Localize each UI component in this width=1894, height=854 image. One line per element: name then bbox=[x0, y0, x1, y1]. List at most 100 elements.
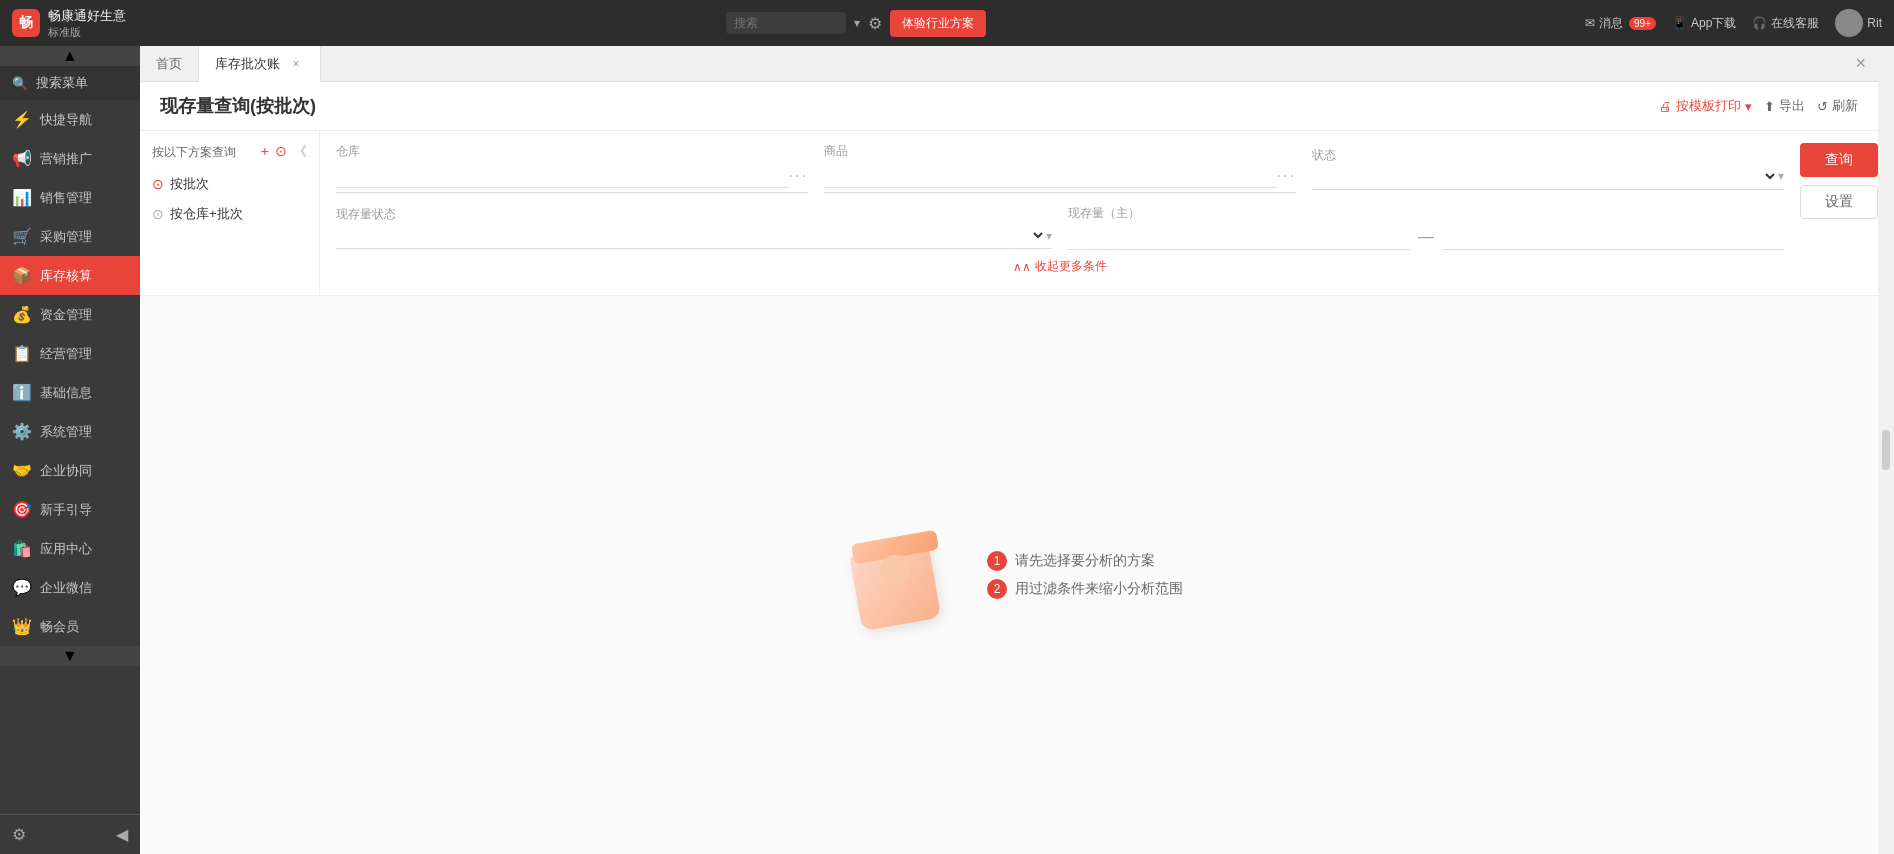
sidebar-collapse-icon[interactable]: ◀ bbox=[116, 825, 128, 844]
purchase-icon: 🛒 bbox=[12, 227, 32, 246]
sidebar-label-operation: 经营管理 bbox=[40, 345, 92, 363]
topbar-right: ✉ 消息 99+ 📱 App下载 🎧 在线客服 Rit bbox=[1585, 9, 1882, 37]
sidebar-item-member[interactable]: 👑 畅会员 bbox=[0, 607, 140, 646]
right-sidebar-handle[interactable] bbox=[1882, 430, 1890, 470]
inventory-qty-field: 现存量（主） — bbox=[1068, 205, 1784, 250]
sidebar-item-marketing[interactable]: 📢 营销推广 bbox=[0, 139, 140, 178]
scheme-collapse-icon[interactable]: 《 bbox=[293, 143, 307, 161]
status-select-wrapper: ▾ bbox=[1312, 168, 1784, 190]
refresh-icon: ↺ bbox=[1817, 99, 1828, 114]
scheme-add-icon[interactable]: + bbox=[261, 143, 269, 161]
tab-home[interactable]: 首页 bbox=[140, 46, 199, 82]
message-badge: 99+ bbox=[1629, 17, 1656, 30]
right-sidebar bbox=[1878, 46, 1894, 854]
sidebar-item-appstore[interactable]: 🛍️ 应用中心 bbox=[0, 529, 140, 568]
online-service-button[interactable]: 🎧 在线客服 bbox=[1752, 15, 1819, 32]
marketing-icon: 📢 bbox=[12, 149, 32, 168]
sidebar-label-finance: 资金管理 bbox=[40, 306, 92, 324]
refresh-button[interactable]: ↺ 刷新 bbox=[1817, 97, 1858, 115]
scheme-item-by-warehouse-batch[interactable]: ⊙ 按仓库+批次 bbox=[140, 199, 319, 229]
product-more-icon[interactable]: ··· bbox=[1277, 167, 1296, 185]
status-field: 状态 ▾ bbox=[1312, 147, 1784, 190]
appstore-icon: 🛍️ bbox=[12, 539, 32, 558]
tabbar-right: × bbox=[1855, 53, 1878, 74]
topbar-center: ▾ ⚙ 体验行业方案 bbox=[726, 10, 986, 37]
sidebar-item-search[interactable]: 🔍 搜索菜单 bbox=[0, 66, 140, 100]
scheme-settings-icon[interactable]: ⊙ bbox=[275, 143, 287, 161]
qty-dash: — bbox=[1418, 228, 1434, 250]
sidebar-item-purchase[interactable]: 🛒 采购管理 bbox=[0, 217, 140, 256]
message-button[interactable]: ✉ 消息 99+ bbox=[1585, 15, 1656, 32]
sidebar-label-newbie: 新手引导 bbox=[40, 501, 92, 519]
sidebar-scroll-up[interactable]: ▲ bbox=[0, 46, 140, 66]
filter-right: 仓库 ··· 商品 ··· bbox=[320, 131, 1800, 295]
sidebar-item-system[interactable]: ⚙️ 系统管理 bbox=[0, 412, 140, 451]
status-dropdown-icon: ▾ bbox=[1778, 169, 1784, 183]
main-layout: ▲ 🔍 搜索菜单 ⚡ 快捷导航 📢 营销推广 📊 销售管理 🛒 采购管理 📦 库… bbox=[0, 46, 1894, 854]
empty-illustration bbox=[835, 515, 955, 635]
sidebar-item-wechat[interactable]: 💬 企业微信 bbox=[0, 568, 140, 607]
sidebar-label-sales: 销售管理 bbox=[40, 189, 92, 207]
sidebar-item-quick-nav[interactable]: ⚡ 快捷导航 bbox=[0, 100, 140, 139]
scheme-header-label: 按以下方案查询 bbox=[152, 144, 236, 161]
tab-close-icon[interactable]: × bbox=[288, 56, 304, 72]
query-button[interactable]: 查询 bbox=[1800, 143, 1878, 177]
product-input[interactable] bbox=[824, 164, 1277, 188]
settings-icon[interactable]: ⚙ bbox=[868, 14, 882, 33]
enterprise-icon: 🤝 bbox=[12, 461, 32, 480]
warehouse-input[interactable] bbox=[336, 164, 789, 188]
avatar bbox=[1835, 9, 1863, 37]
inventory-status-label: 现存量状态 bbox=[336, 206, 1052, 223]
sidebar-item-sales[interactable]: 📊 销售管理 bbox=[0, 178, 140, 217]
search-input[interactable] bbox=[726, 12, 846, 34]
filter-panel: 按以下方案查询 + ⊙ 《 ⊙ 按批次 ⊙ 按仓库+批次 bbox=[140, 131, 1878, 296]
newbie-icon: 🎯 bbox=[12, 500, 32, 519]
scheme-item-by-batch[interactable]: ⊙ 按批次 bbox=[140, 169, 319, 199]
empty-state: 1 请先选择要分析的方案 2 用过滤条件来缩小分析范围 bbox=[140, 296, 1878, 854]
username-label: Rit bbox=[1867, 16, 1882, 30]
sidebar-item-operation[interactable]: 📋 经营管理 bbox=[0, 334, 140, 373]
inventory-qty-max[interactable] bbox=[1442, 226, 1784, 250]
finance-icon: 💰 bbox=[12, 305, 32, 324]
user-area[interactable]: Rit bbox=[1835, 9, 1882, 37]
sidebar-settings-icon[interactable]: ⚙ bbox=[12, 825, 26, 844]
app-info: 畅康通好生意 标准版 bbox=[48, 7, 126, 40]
wechat-icon: 💬 bbox=[12, 578, 32, 597]
sidebar-item-enterprise[interactable]: 🤝 企业协同 bbox=[0, 451, 140, 490]
scheme-header: 按以下方案查询 + ⊙ 《 bbox=[140, 143, 319, 169]
status-select[interactable] bbox=[1312, 168, 1778, 185]
topbar: 畅 畅康通好生意 标准版 ▾ ⚙ 体验行业方案 ✉ 消息 99+ 📱 App下载… bbox=[0, 0, 1894, 46]
inventory-qty-min[interactable] bbox=[1068, 226, 1410, 250]
app-subtitle: 标准版 bbox=[48, 25, 126, 40]
tabbar: 首页 库存批次账 × × bbox=[140, 46, 1878, 82]
sidebar-item-inventory[interactable]: 📦 库存核算 bbox=[0, 256, 140, 295]
print-button[interactable]: 🖨 按模板打印 ▾ bbox=[1659, 97, 1752, 115]
tip-text-1: 请先选择要分析的方案 bbox=[1015, 552, 1155, 570]
product-field: 商品 ··· bbox=[824, 143, 1296, 193]
empty-face bbox=[880, 555, 910, 585]
page-actions: 🖨 按模板打印 ▾ ⬆ 导出 ↺ 刷新 bbox=[1659, 97, 1858, 115]
filter-settings-button[interactable]: 设置 bbox=[1800, 185, 1878, 219]
tab-close-right-icon[interactable]: × bbox=[1855, 53, 1878, 74]
sidebar-item-basic[interactable]: ℹ️ 基础信息 bbox=[0, 373, 140, 412]
phone-icon: 📱 bbox=[1672, 16, 1687, 30]
page-title: 现存量查询(按批次) bbox=[160, 94, 316, 118]
warehouse-more-icon[interactable]: ··· bbox=[789, 167, 808, 185]
sidebar-label-enterprise: 企业协同 bbox=[40, 462, 92, 480]
sidebar-item-newbie[interactable]: 🎯 新手引导 bbox=[0, 490, 140, 529]
collapse-bar[interactable]: ∧∧ 收起更多条件 bbox=[336, 250, 1784, 283]
sidebar-item-finance[interactable]: 💰 资金管理 bbox=[0, 295, 140, 334]
inventory-status-select-wrapper: ▾ bbox=[336, 227, 1052, 249]
export-button[interactable]: ⬆ 导出 bbox=[1764, 97, 1805, 115]
sidebar-scroll-down[interactable]: ▼ bbox=[0, 646, 140, 666]
app-download-button[interactable]: 📱 App下载 bbox=[1672, 15, 1736, 32]
trial-button[interactable]: 体验行业方案 bbox=[890, 10, 986, 37]
collapse-label: 收起更多条件 bbox=[1035, 258, 1107, 275]
batch-active-icon: ⊙ bbox=[152, 176, 164, 192]
app-title: 畅康通好生意 bbox=[48, 7, 126, 25]
tab-inventory-batch[interactable]: 库存批次账 × bbox=[199, 46, 321, 82]
sidebar: ▲ 🔍 搜索菜单 ⚡ 快捷导航 📢 营销推广 📊 销售管理 🛒 采购管理 📦 库… bbox=[0, 46, 140, 854]
inventory-status-select[interactable] bbox=[336, 227, 1046, 244]
filter-row-2: 现存量状态 ▾ 现存量（主） bbox=[336, 205, 1784, 250]
search-dropdown-button[interactable]: ▾ bbox=[854, 16, 860, 30]
